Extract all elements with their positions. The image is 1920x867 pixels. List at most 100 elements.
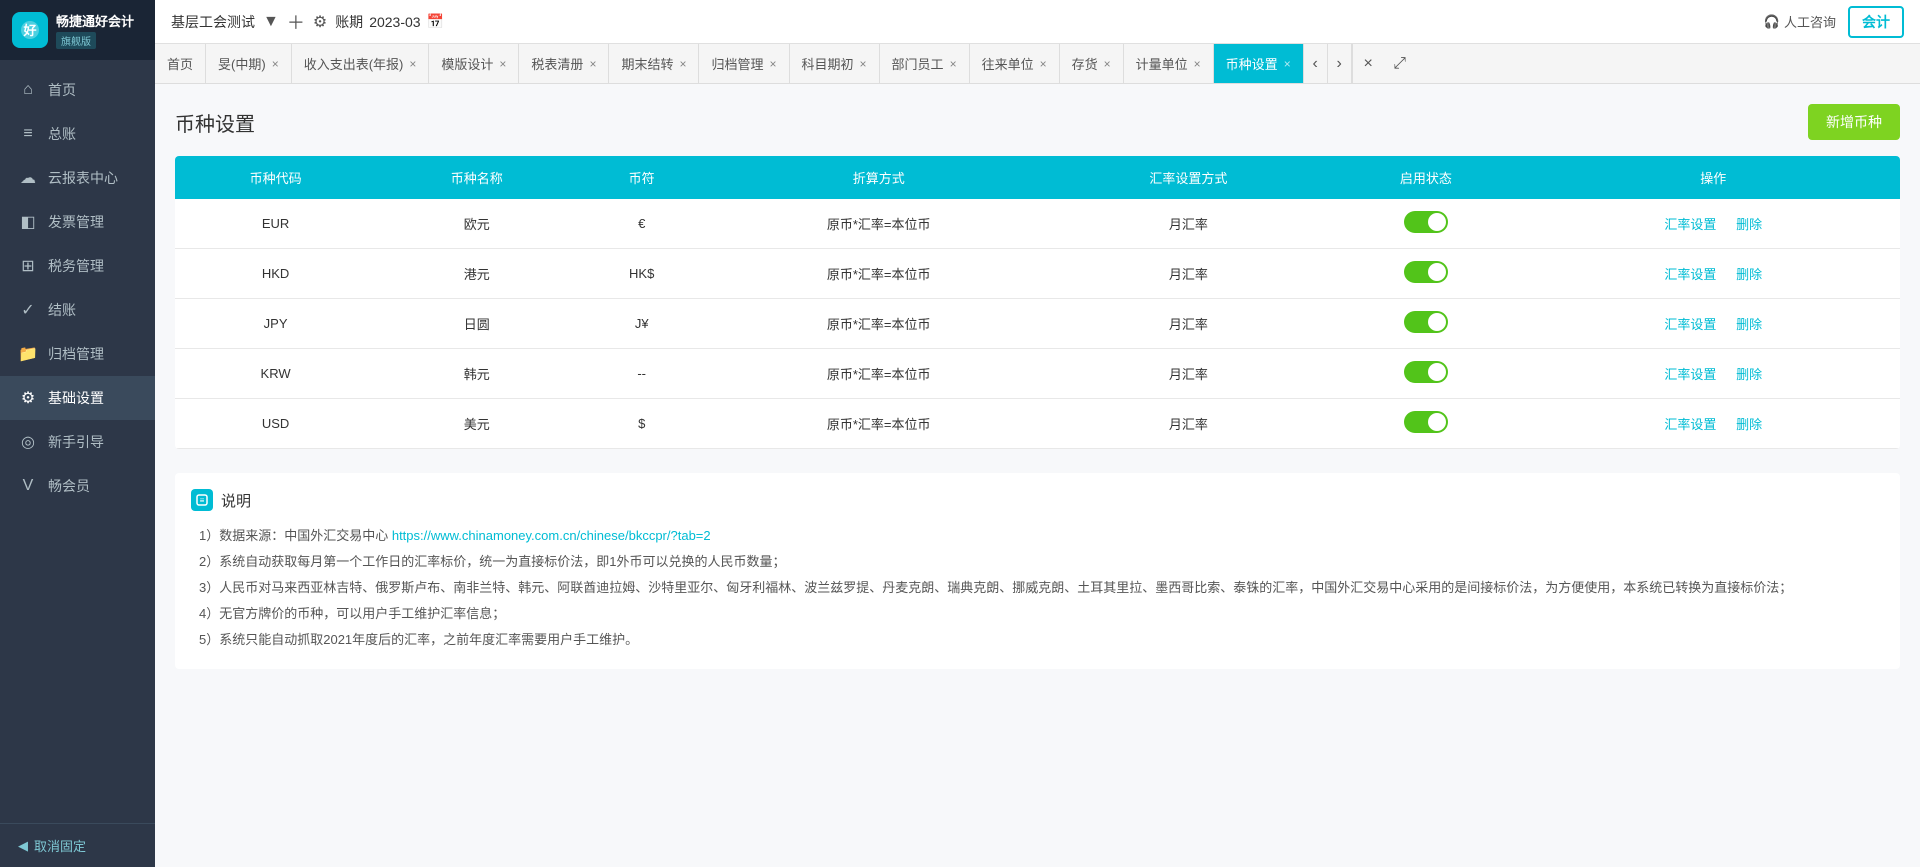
account-button[interactable]: 会计 <box>1848 6 1904 38</box>
toggle-enabled-4[interactable] <box>1404 411 1448 433</box>
cell-name-1: 港元 <box>376 249 577 299</box>
rate-setting-link-3[interactable]: 汇率设置 <box>1664 367 1716 382</box>
sidebar-item-checkout[interactable]: ✓ 结账 <box>0 288 155 332</box>
tab-unit[interactable]: 计量单位 × <box>1124 44 1214 84</box>
tab-next-btn[interactable]: › <box>1328 44 1352 84</box>
new-currency-button[interactable]: 新增币种 <box>1808 104 1900 140</box>
toggle-enabled-3[interactable] <box>1404 361 1448 383</box>
sidebar-item-label-settings: 基础设置 <box>48 388 104 408</box>
rate-setting-link-4[interactable]: 汇率设置 <box>1664 417 1716 432</box>
cell-code-2: JPY <box>175 299 376 349</box>
rate-setting-link-0[interactable]: 汇率设置 <box>1664 217 1716 232</box>
cell-calc-2: 原币*汇率=本位币 <box>706 299 1051 349</box>
tab-label-currency: 币种设置 <box>1226 54 1278 73</box>
tab-close-template[interactable]: × <box>499 57 506 71</box>
member-icon: V <box>18 477 38 495</box>
rate-setting-link-1[interactable]: 汇率设置 <box>1664 267 1716 282</box>
tab-close-tax[interactable]: × <box>589 57 596 71</box>
sidebar-item-member[interactable]: V 畅会员 <box>0 464 155 508</box>
tab-close-archive[interactable]: × <box>770 57 777 71</box>
col-header-name: 币种名称 <box>376 156 577 199</box>
notice-link[interactable]: https://www.chinamoney.com.cn/chinese/bk… <box>392 528 711 543</box>
topbar-left: 基层工会测试 ▼ ＋ ⚙ 账期 2023-03 📅 <box>171 9 444 35</box>
sidebar-item-settings[interactable]: ⚙ 基础设置 <box>0 376 155 420</box>
tab-close-income[interactable]: × <box>409 57 416 71</box>
tab-close-partner[interactable]: × <box>1040 57 1047 71</box>
tab-close-balance[interactable]: × <box>272 57 279 71</box>
delete-link-1[interactable]: 删除 <box>1736 267 1762 282</box>
topbar-settings-icon[interactable]: ⚙ <box>313 12 327 32</box>
notice-item-4: 5）系统只能自动抓取2021年度后的汇率，之前年度汇率需要用户手工维护。 <box>199 627 1884 653</box>
settings-icon: ⚙ <box>18 388 38 408</box>
cloud-icon: ☁ <box>18 168 38 188</box>
sidebar-item-home[interactable]: ⌂ 首页 <box>0 68 155 112</box>
tab-tax[interactable]: 税表清册 × <box>519 44 609 84</box>
page-title: 币种设置 <box>175 108 255 137</box>
tab-label-tax: 税表清册 <box>531 54 583 73</box>
col-header-action: 操作 <box>1527 156 1901 199</box>
tab-partner[interactable]: 往来单位 × <box>970 44 1060 84</box>
tab-period-end[interactable]: 期末结转 × <box>609 44 699 84</box>
tab-label-inventory: 存货 <box>1072 54 1098 73</box>
cell-status-0 <box>1325 199 1526 249</box>
delete-link-0[interactable]: 删除 <box>1736 217 1762 232</box>
tab-income[interactable]: 收入支出表(年报) × <box>292 44 430 84</box>
cell-rate-type-1: 月汇率 <box>1051 249 1325 299</box>
cell-status-4 <box>1325 399 1526 449</box>
tab-close-subject[interactable]: × <box>860 57 867 71</box>
tab-template[interactable]: 模版设计 × <box>429 44 519 84</box>
table-row: USD 美元 $ 原币*汇率=本位币 月汇率 汇率设置 删除 <box>175 399 1900 449</box>
tab-currency[interactable]: 币种设置 × <box>1214 44 1304 84</box>
sidebar-item-guide[interactable]: ◎ 新手引导 <box>0 420 155 464</box>
tab-close-dept[interactable]: × <box>950 57 957 71</box>
cell-status-3 <box>1325 349 1526 399</box>
delete-link-2[interactable]: 删除 <box>1736 317 1762 332</box>
add-tab-icon[interactable]: ＋ <box>287 9 305 35</box>
col-header-symbol: 币符 <box>577 156 706 199</box>
rate-setting-link-2[interactable]: 汇率设置 <box>1664 317 1716 332</box>
service-btn[interactable]: 🎧 人工咨询 <box>1764 12 1836 31</box>
sidebar-item-label-guide: 新手引导 <box>48 432 104 452</box>
delete-link-4[interactable]: 删除 <box>1736 417 1762 432</box>
tab-dept[interactable]: 部门员工 × <box>880 44 970 84</box>
service-label: 人工咨询 <box>1784 12 1836 31</box>
table-row: HKD 港元 HK$ 原币*汇率=本位币 月汇率 汇率设置 删除 <box>175 249 1900 299</box>
sidebar-pin-btn[interactable]: ◀ 取消固定 <box>0 823 155 867</box>
delete-link-3[interactable]: 删除 <box>1736 367 1762 382</box>
tab-prev-btn[interactable]: ‹ <box>1304 44 1328 84</box>
table-row: EUR 欧元 € 原币*汇率=本位币 月汇率 汇率设置 删除 <box>175 199 1900 249</box>
sidebar-item-invoice[interactable]: ◧ 发票管理 <box>0 200 155 244</box>
sidebar-item-tax[interactable]: ⊞ 税务管理 <box>0 244 155 288</box>
toggle-enabled-0[interactable] <box>1404 211 1448 233</box>
toggle-enabled-2[interactable] <box>1404 311 1448 333</box>
table-row: JPY 日圆 J¥ 原币*汇率=本位币 月汇率 汇率设置 删除 <box>175 299 1900 349</box>
cell-status-1 <box>1325 249 1526 299</box>
sidebar-item-reports[interactable]: ☁ 云报表中心 <box>0 156 155 200</box>
cell-rate-type-4: 月汇率 <box>1051 399 1325 449</box>
sidebar-item-archive[interactable]: 📁 归档管理 <box>0 332 155 376</box>
tab-inventory[interactable]: 存货 × <box>1060 44 1124 84</box>
tab-close-currency[interactable]: × <box>1284 57 1291 71</box>
cell-name-2: 日圆 <box>376 299 577 349</box>
notice-item-1: 2）系统自动获取每月第一个工作日的汇率标价，统一为直接标价法，即1外币可以兑换的… <box>199 549 1884 575</box>
toggle-enabled-1[interactable] <box>1404 261 1448 283</box>
invoice-icon: ◧ <box>18 212 38 232</box>
tab-close-period-end[interactable]: × <box>679 57 686 71</box>
main-area: 基层工会测试 ▼ ＋ ⚙ 账期 2023-03 📅 🎧 人工咨询 会计 首页 旻… <box>155 0 1920 867</box>
sidebar-item-ledger[interactable]: ≡ 总账 <box>0 112 155 156</box>
tab-home[interactable]: 首页 <box>155 44 206 84</box>
tab-subject[interactable]: 科目期初 × <box>790 44 880 84</box>
guide-icon: ◎ <box>18 432 38 452</box>
cell-actions-0: 汇率设置 删除 <box>1527 199 1901 249</box>
tab-close-inventory[interactable]: × <box>1104 57 1111 71</box>
cell-code-4: USD <box>175 399 376 449</box>
tab-close-all-btn[interactable]: × <box>1352 44 1384 84</box>
calendar-icon[interactable]: 📅 <box>427 13 444 30</box>
company-dropdown-icon[interactable]: ▼ <box>263 13 279 31</box>
tab-balance[interactable]: 旻(中期) × <box>206 44 292 84</box>
sidebar-item-label-home: 首页 <box>48 80 76 100</box>
tab-expand-btn[interactable]: ⤢ <box>1384 44 1416 84</box>
tab-archive[interactable]: 归档管理 × <box>699 44 789 84</box>
sidebar-item-label-archive: 归档管理 <box>48 344 104 364</box>
tab-close-unit[interactable]: × <box>1194 57 1201 71</box>
